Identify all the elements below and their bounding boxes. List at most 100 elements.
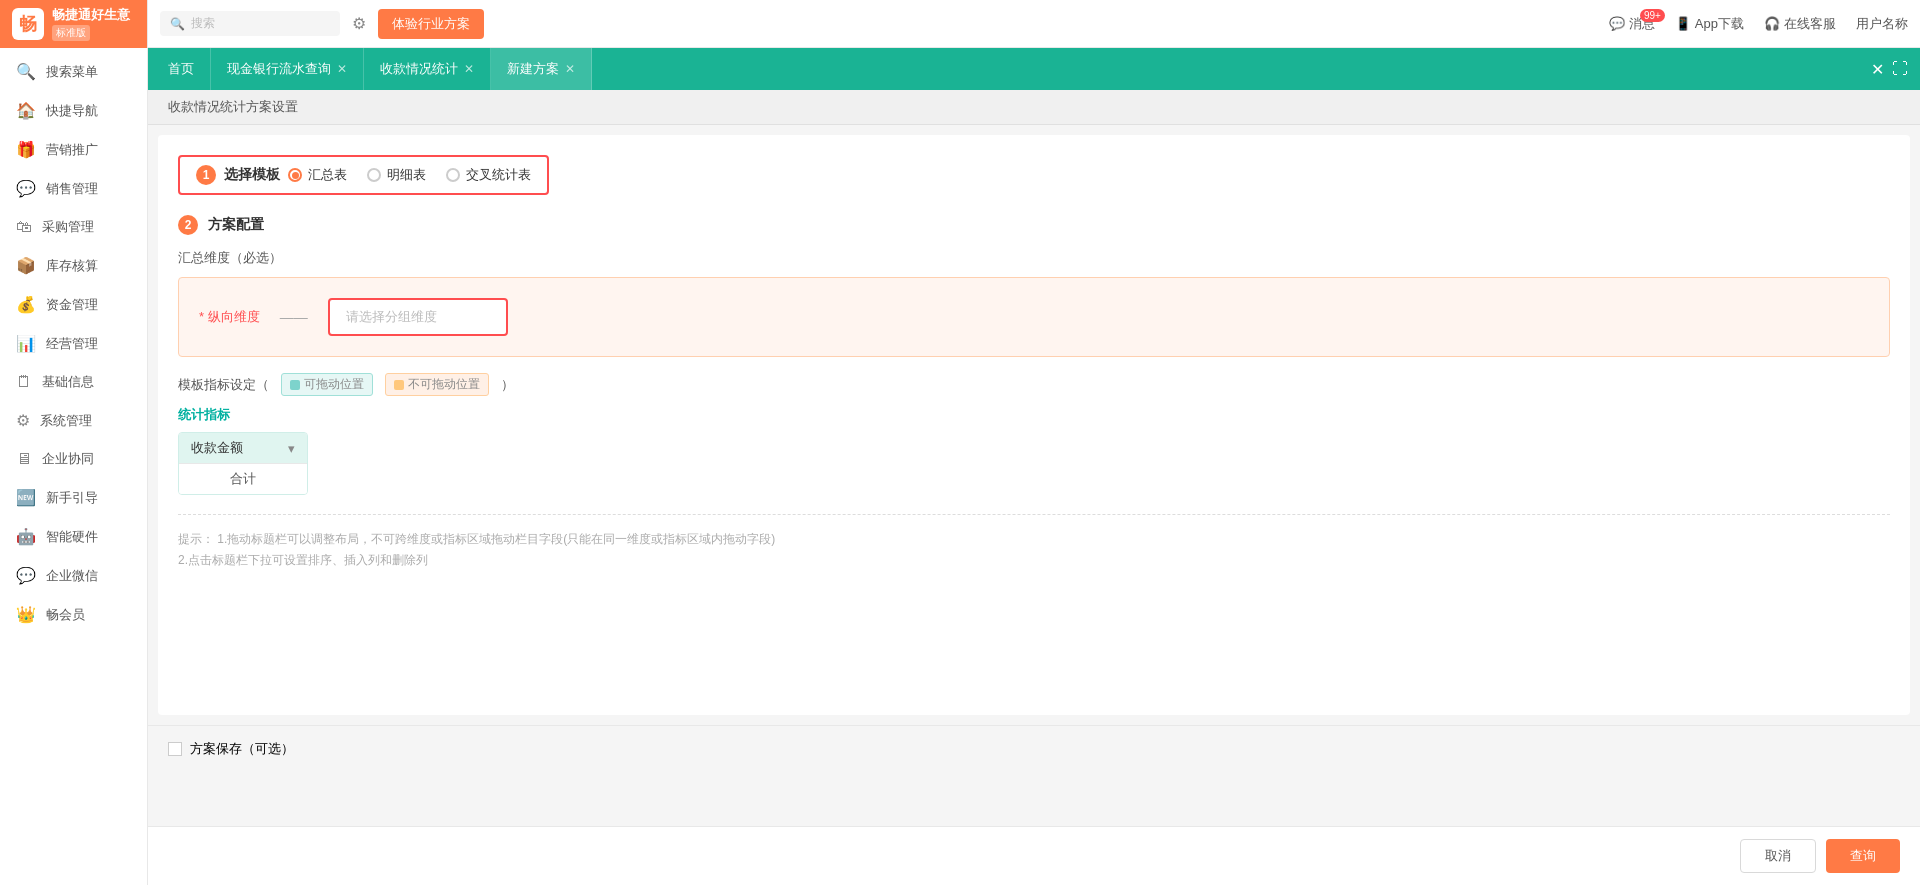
logo-text: 畅捷通好生意 bbox=[52, 7, 130, 23]
top-header: 🔍 搜索 ⚙ 体验行业方案 💬 消息 99+ 📱 App下载 🎧 在线客服 用户… bbox=[148, 0, 1920, 48]
radio-cross[interactable]: 交叉统计表 bbox=[446, 166, 531, 184]
sidebar-item-operation[interactable]: 📊 经营管理 bbox=[0, 324, 147, 363]
step2-title: 方案配置 bbox=[208, 216, 264, 234]
plan-config: 汇总维度（必选） * 纵向维度 —— 请选择分组维度 bbox=[178, 249, 1890, 357]
logo-icon: 畅 bbox=[12, 8, 44, 40]
bottom-footer: 取消 查询 bbox=[148, 826, 1920, 885]
non-draggable-label: 不可拖动位置 bbox=[408, 376, 480, 393]
tab-bar-actions: ✕ ⛶ bbox=[1871, 48, 1916, 90]
sidebar-item-label: 库存核算 bbox=[46, 257, 98, 275]
metric-header[interactable]: 收款金额 ▾ bbox=[179, 433, 307, 463]
service-label: 在线客服 bbox=[1784, 15, 1836, 33]
dimension-selector-placeholder: 请选择分组维度 bbox=[346, 308, 437, 326]
dimension-area: * 纵向维度 —— 请选择分组维度 bbox=[178, 277, 1890, 357]
radio-cross-label: 交叉统计表 bbox=[466, 166, 531, 184]
metric-name: 收款金额 bbox=[191, 439, 243, 457]
indicator-title-start: 模板指标设定（ bbox=[178, 376, 269, 394]
tab-new-plan[interactable]: 新建方案 ✕ bbox=[491, 48, 592, 90]
content-area: 收款情况统计方案设置 1 选择模板 汇总表 bbox=[148, 90, 1920, 826]
tip2: 2.点击标题栏下拉可设置排序、插入列和删除列 bbox=[178, 552, 1890, 569]
sidebar-item-member[interactable]: 👑 畅会员 bbox=[0, 595, 147, 634]
sidebar-item-smart-hardware[interactable]: 🤖 智能硬件 bbox=[0, 517, 147, 556]
step2-number: 2 bbox=[178, 215, 198, 235]
sidebar-logo: 畅 畅捷通好生意 标准版 bbox=[0, 0, 147, 48]
sidebar-item-enterprise-collab[interactable]: 🖥 企业协同 bbox=[0, 440, 147, 478]
step1-box: 1 选择模板 汇总表 明细表 bbox=[178, 155, 549, 195]
sidebar-item-label: 快捷导航 bbox=[46, 102, 98, 120]
sidebar-item-marketing[interactable]: 🎁 营销推广 bbox=[0, 130, 147, 169]
tab-close-all-btn[interactable]: ✕ bbox=[1871, 60, 1884, 79]
tab-fullscreen-btn[interactable]: ⛶ bbox=[1892, 60, 1908, 78]
query-button[interactable]: 查询 bbox=[1826, 839, 1900, 873]
radio-dot-detail bbox=[367, 168, 381, 182]
sidebar-item-base-info[interactable]: 🗒 基础信息 bbox=[0, 363, 147, 401]
tab-receipt-stats-label: 收款情况统计 bbox=[380, 60, 458, 78]
tab-receipt-stats-close[interactable]: ✕ bbox=[464, 62, 474, 76]
app-label: App下载 bbox=[1695, 15, 1744, 33]
sidebar-item-inventory[interactable]: 📦 库存核算 bbox=[0, 246, 147, 285]
tab-bank-flow[interactable]: 现金银行流水查询 ✕ bbox=[211, 48, 364, 90]
sidebar-item-sales[interactable]: 💬 销售管理 bbox=[0, 169, 147, 208]
tab-bank-flow-close[interactable]: ✕ bbox=[337, 62, 347, 76]
save-option: 方案保存（可选） bbox=[148, 725, 1920, 772]
settings-icon[interactable]: ⚙ bbox=[348, 10, 370, 37]
tab-home-label: 首页 bbox=[168, 60, 194, 78]
sidebar-item-quick-nav[interactable]: 🏠 快捷导航 bbox=[0, 91, 147, 130]
dimension-arrow: —— bbox=[280, 309, 308, 325]
service-icon: 🎧 bbox=[1764, 16, 1780, 31]
radio-dot-cross bbox=[446, 168, 460, 182]
radio-summary-label: 汇总表 bbox=[308, 166, 347, 184]
radio-detail[interactable]: 明细表 bbox=[367, 166, 426, 184]
online-service-btn[interactable]: 🎧 在线客服 bbox=[1764, 15, 1836, 33]
cancel-button[interactable]: 取消 bbox=[1740, 839, 1816, 873]
industry-btn[interactable]: 体验行业方案 bbox=[378, 9, 484, 39]
indicator-settings: 模板指标设定（ 可拖动位置 不可拖动位置 ） 统计指标 bbox=[178, 373, 1890, 498]
sidebar-item-wechat[interactable]: 💬 企业微信 bbox=[0, 556, 147, 595]
step2-section: 2 方案配置 汇总维度（必选） * 纵向维度 —— 请选择分组维度 bbox=[178, 215, 1890, 569]
radio-summary[interactable]: 汇总表 bbox=[288, 166, 347, 184]
sidebar-item-label: 企业微信 bbox=[46, 567, 98, 585]
sidebar-item-label: 畅会员 bbox=[46, 606, 85, 624]
app-download-btn[interactable]: 📱 App下载 bbox=[1675, 15, 1744, 33]
sidebar-item-search-menu[interactable]: 🔍 搜索菜单 bbox=[0, 52, 147, 91]
search-icon: 🔍 bbox=[170, 17, 185, 31]
tab-home[interactable]: 首页 bbox=[152, 48, 211, 90]
indicator-title-end: ） bbox=[501, 376, 514, 394]
indicator-label-row: 模板指标设定（ 可拖动位置 不可拖动位置 ） bbox=[178, 373, 1890, 396]
tab-new-plan-close[interactable]: ✕ bbox=[565, 62, 575, 76]
message-badge: 99+ bbox=[1640, 9, 1665, 22]
vertical-dimension-label: * 纵向维度 bbox=[199, 308, 260, 326]
tab-receipt-stats[interactable]: 收款情况统计 ✕ bbox=[364, 48, 491, 90]
search-placeholder: 搜索 bbox=[191, 15, 215, 32]
sidebar-item-system[interactable]: ⚙ 系统管理 bbox=[0, 401, 147, 440]
metric-table: 收款金额 ▾ 合计 bbox=[178, 432, 308, 495]
logo-badge: 标准版 bbox=[52, 25, 90, 41]
money-icon: 💰 bbox=[16, 295, 36, 314]
sidebar-item-label: 系统管理 bbox=[40, 412, 92, 430]
header-right: 💬 消息 99+ 📱 App下载 🎧 在线客服 用户名称 bbox=[1609, 15, 1908, 33]
save-option-label: 方案保存（可选） bbox=[190, 740, 294, 758]
wechat-icon: 💬 bbox=[16, 566, 36, 585]
gear-icon: ⚙ bbox=[16, 411, 30, 430]
radio-dot-summary bbox=[288, 168, 302, 182]
form-container: 1 选择模板 汇总表 明细表 bbox=[158, 135, 1910, 715]
metric-sub: 合计 bbox=[179, 463, 307, 494]
message-icon: 💬 bbox=[1609, 16, 1625, 31]
step2-header: 2 方案配置 bbox=[178, 215, 1890, 235]
app-icon: 📱 bbox=[1675, 16, 1691, 31]
bag-icon: 🛍 bbox=[16, 218, 32, 236]
sidebar-item-label: 经营管理 bbox=[46, 335, 98, 353]
search-bar[interactable]: 🔍 搜索 bbox=[160, 11, 340, 36]
message-btn[interactable]: 💬 消息 99+ bbox=[1609, 15, 1655, 33]
template-radio-group: 汇总表 明细表 交叉统计表 bbox=[288, 166, 531, 184]
page-title: 收款情况统计方案设置 bbox=[148, 90, 1920, 125]
sidebar-item-newbie[interactable]: 🆕 新手引导 bbox=[0, 478, 147, 517]
draggable-badge: 可拖动位置 bbox=[281, 373, 373, 396]
tab-bar: 首页 现金银行流水查询 ✕ 收款情况统计 ✕ 新建方案 ✕ ✕ ⛶ bbox=[148, 48, 1920, 90]
sidebar-item-finance[interactable]: 💰 资金管理 bbox=[0, 285, 147, 324]
sidebar-item-purchase[interactable]: 🛍 采购管理 bbox=[0, 208, 147, 246]
save-checkbox[interactable] bbox=[168, 742, 182, 756]
home-icon: 🏠 bbox=[16, 101, 36, 120]
tips-section: 提示： 1.拖动标题栏可以调整布局，不可跨维度或指标区域拖动栏目字段(只能在同一… bbox=[178, 514, 1890, 569]
dimension-selector[interactable]: 请选择分组维度 bbox=[328, 298, 508, 336]
